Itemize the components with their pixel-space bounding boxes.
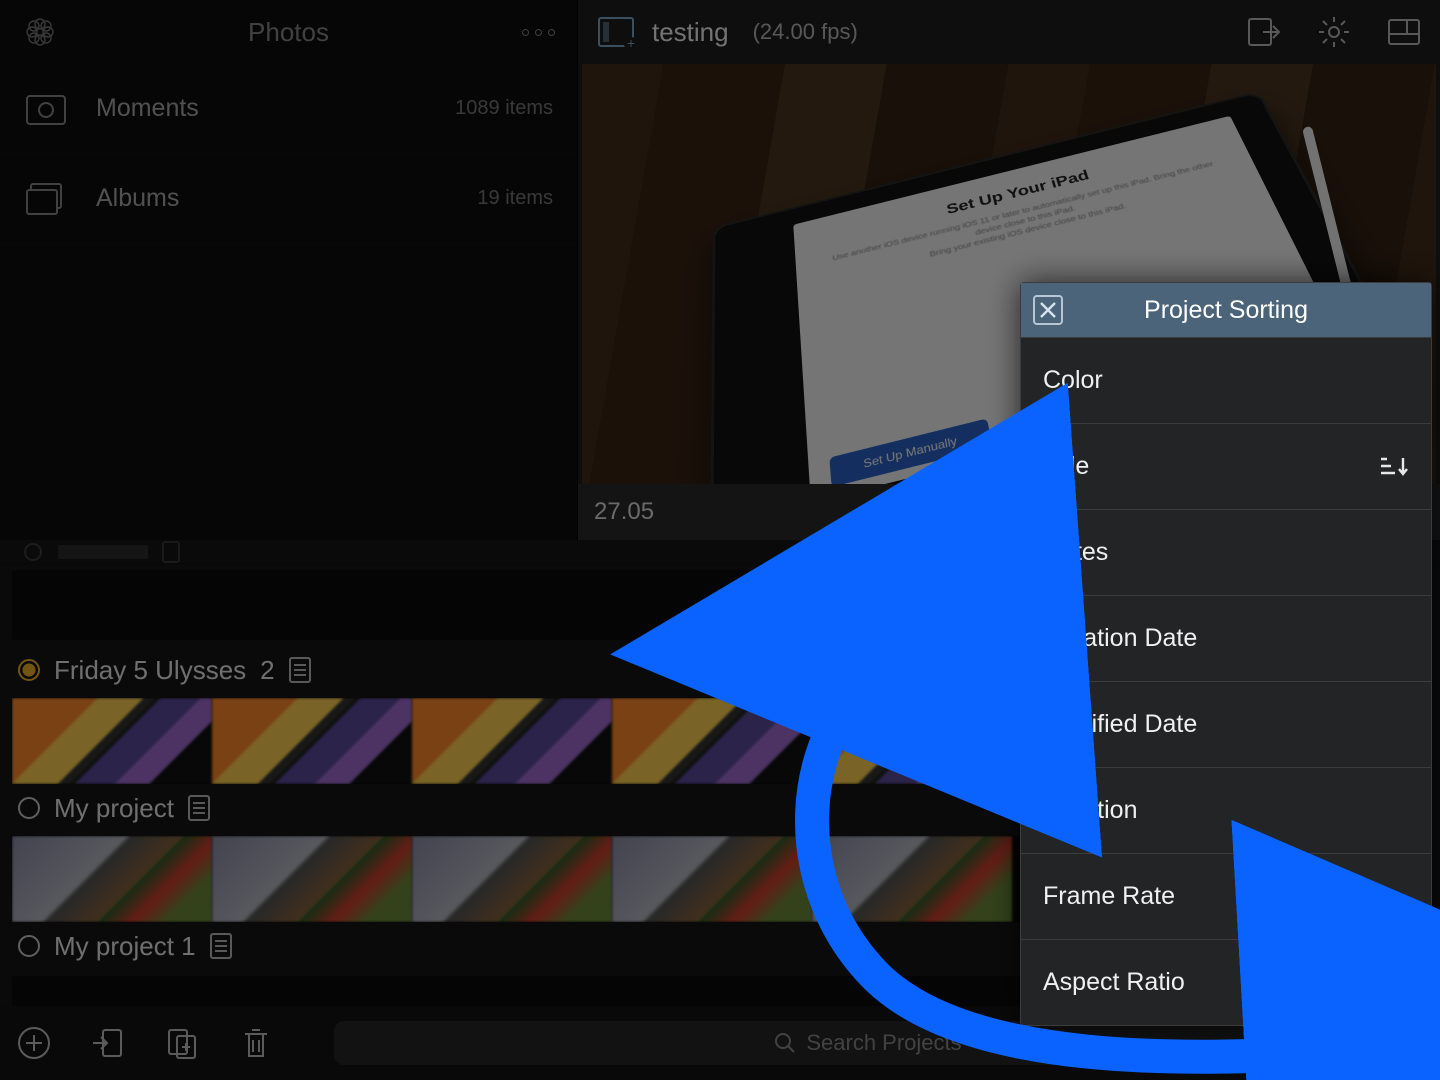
duplicate-button[interactable] xyxy=(162,1023,202,1063)
search-projects-input[interactable]: Search Projects xyxy=(334,1021,1402,1065)
play-button[interactable] xyxy=(978,495,1008,530)
row-count: 19 items xyxy=(477,187,553,210)
notes-icon[interactable] xyxy=(210,933,232,959)
add-project-icon[interactable] xyxy=(598,17,634,47)
add-button[interactable] xyxy=(14,1023,54,1063)
project-title: testing xyxy=(652,17,729,48)
sort-projects-button[interactable] xyxy=(1376,1020,1420,1064)
import-button[interactable] xyxy=(88,1023,128,1063)
project-name: My project xyxy=(54,793,174,824)
albums-icon xyxy=(24,181,68,217)
project-sorting-popup: Project Sorting Color Title Notes Creati… xyxy=(1020,282,1432,1026)
more-icon[interactable] xyxy=(522,29,555,36)
row-count: 1089 items xyxy=(455,97,553,120)
app-root: Photos Moments 1089 items Albums 19 item… xyxy=(0,0,1440,1080)
row-label: Moments xyxy=(96,94,455,123)
sort-option-duration[interactable]: Duration xyxy=(1021,767,1431,853)
export-icon[interactable] xyxy=(1246,14,1282,50)
sort-direction-icon xyxy=(1379,455,1409,479)
notes-icon[interactable] xyxy=(289,657,311,683)
preview-header: testing (24.00 fps) xyxy=(578,0,1440,64)
project-marker-icon[interactable] xyxy=(18,659,40,681)
trash-button[interactable] xyxy=(236,1023,276,1063)
project-clip-count: 2 xyxy=(260,655,274,686)
sort-option-notes[interactable]: Notes xyxy=(1021,509,1431,595)
prev-frame-button[interactable] xyxy=(908,495,938,530)
row-label: Albums xyxy=(96,184,477,213)
layout-icon[interactable] xyxy=(1386,14,1422,50)
sort-option-aspect-ratio[interactable]: Aspect Ratio xyxy=(1021,939,1431,1025)
sort-option-creation-date[interactable]: Creation Date xyxy=(1021,595,1431,681)
sort-option-modified-date[interactable]: Modified Date xyxy=(1021,681,1431,767)
search-placeholder: Search Projects xyxy=(806,1030,961,1056)
popup-header: Project Sorting xyxy=(1021,283,1431,337)
header-tools xyxy=(1246,14,1422,50)
project-fps: (24.00 fps) xyxy=(753,19,858,45)
sort-option-frame-rate[interactable]: Frame Rate xyxy=(1021,853,1431,939)
project-name: Friday 5 Ulysses xyxy=(54,655,246,686)
project-marker-icon[interactable] xyxy=(18,797,40,819)
photos-panel: Photos Moments 1089 items Albums 19 item… xyxy=(0,0,578,540)
sort-option-title[interactable]: Title xyxy=(1021,423,1431,509)
project-marker-icon[interactable] xyxy=(18,935,40,957)
photos-row-moments[interactable]: Moments 1089 items xyxy=(0,64,577,154)
moments-icon xyxy=(24,91,68,127)
photos-row-albums[interactable]: Albums 19 items xyxy=(0,154,577,244)
gear-icon[interactable] xyxy=(1316,14,1352,50)
notes-icon[interactable] xyxy=(188,795,210,821)
timecode: 27.05 xyxy=(594,498,654,526)
popup-title: Project Sorting xyxy=(1144,296,1308,325)
sort-option-color[interactable]: Color xyxy=(1021,337,1431,423)
close-button[interactable] xyxy=(1033,295,1063,325)
project-name: My project 1 xyxy=(54,931,196,962)
photos-title: Photos xyxy=(0,17,577,48)
photos-header: Photos xyxy=(0,0,577,64)
